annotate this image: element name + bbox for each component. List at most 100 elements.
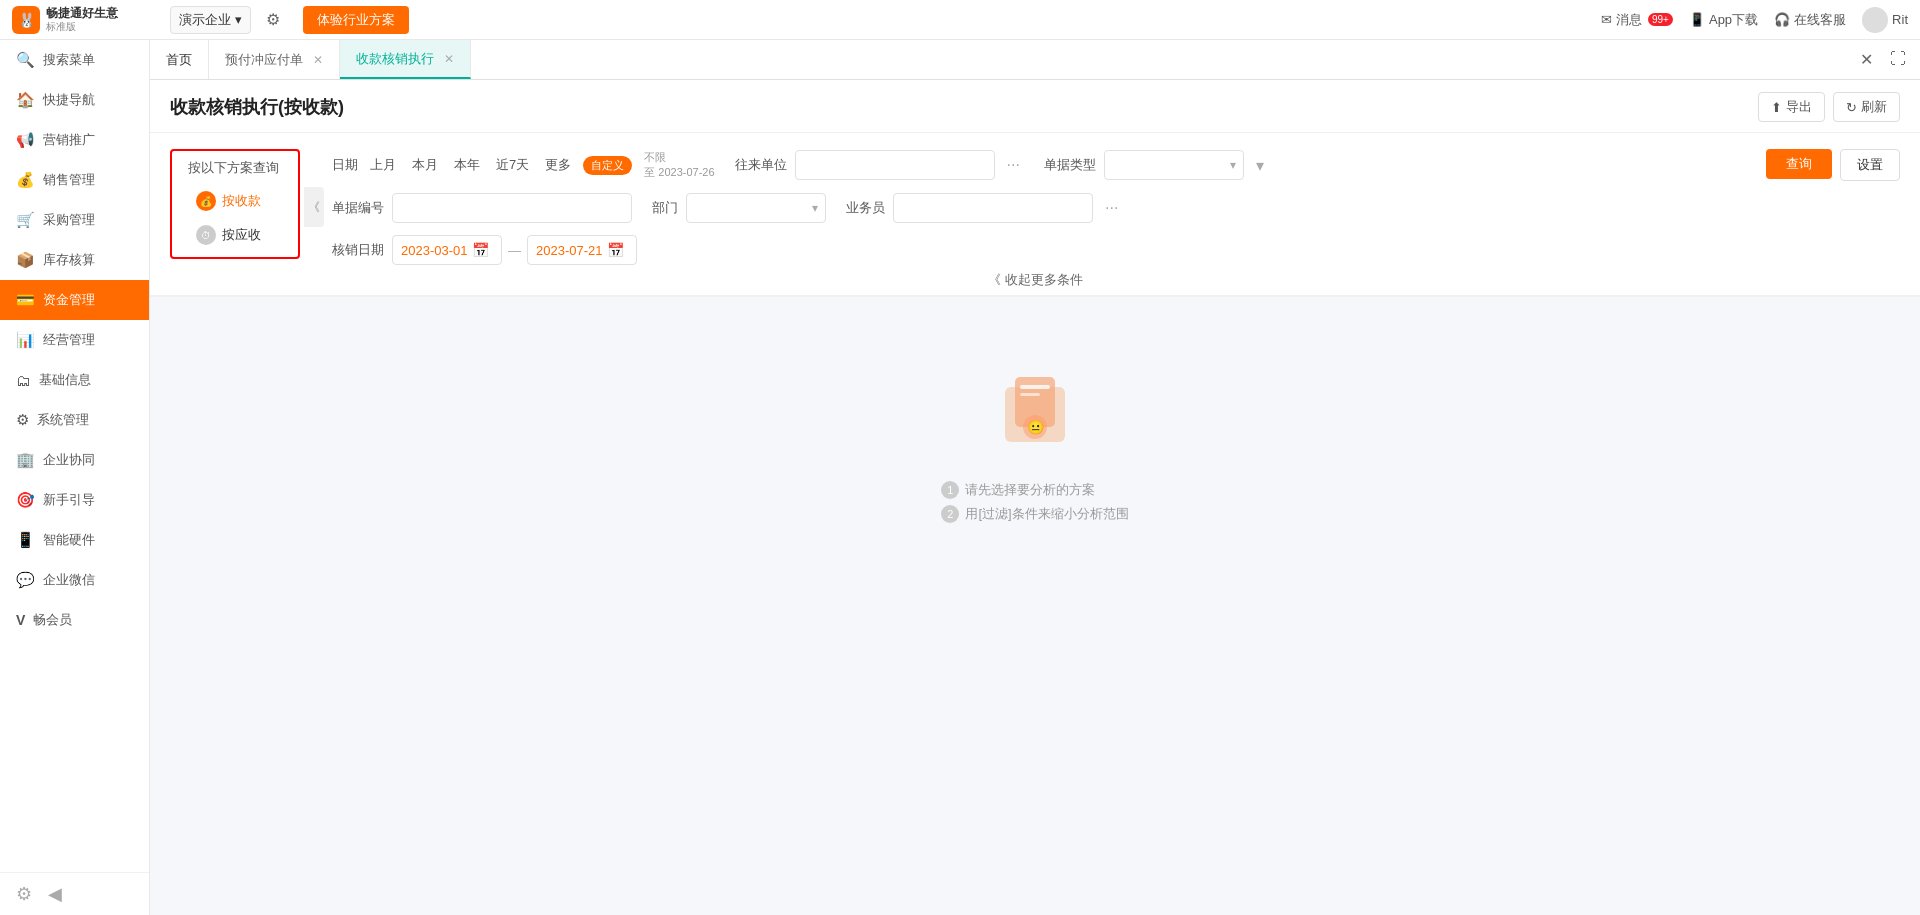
tab-receipt-offset[interactable]: 收款核销执行 ✕ [340, 40, 471, 79]
offset-date-start: 2023-03-01 [401, 243, 468, 258]
inventory-icon: 📦 [16, 251, 35, 269]
filter-receivable-label: 按应收 [222, 226, 261, 244]
partner-input[interactable] [795, 150, 995, 180]
cal-end-icon[interactable]: 📅 [607, 242, 624, 258]
page-title: 收款核销执行(按收款) [170, 95, 344, 119]
tab-receipt-close[interactable]: ✕ [444, 52, 454, 66]
app-icon: 📱 [1689, 12, 1705, 27]
collapse-filter-btn[interactable]: 《 [304, 187, 324, 227]
bill-type-more-btn[interactable]: ▾ [1252, 156, 1268, 175]
sidebar-item-basic-info[interactable]: 🗂 基础信息 [0, 360, 149, 400]
sidebar: 🔍 搜索菜单 🏠 快捷导航 📢 营销推广 💰 销售管理 🛒 采购管理 📦 库存核… [0, 40, 150, 915]
custom-date-badge[interactable]: 自定义 [583, 156, 632, 175]
user-tool[interactable]: Rit [1862, 7, 1908, 33]
date-tab-this-month[interactable]: 本月 [408, 154, 442, 176]
collapse-more-btn[interactable]: 《 收起更多条件 [988, 271, 1083, 289]
tab-prepay-close[interactable]: ✕ [313, 53, 323, 67]
user-avatar [1862, 7, 1888, 33]
online-service-label: 在线客服 [1794, 11, 1846, 29]
date-tab-this-year[interactable]: 本年 [450, 154, 484, 176]
basic-info-icon: 🗂 [16, 372, 31, 389]
staff-picker-btn[interactable]: ··· [1101, 199, 1122, 217]
date-tab-7days[interactable]: 近7天 [492, 154, 533, 176]
filter-by-receipt[interactable]: 💰 按收款 [188, 187, 282, 215]
query-button[interactable]: 查询 [1766, 149, 1832, 179]
dept-label: 部门 [652, 199, 678, 217]
logo-icon: 🐰 [12, 6, 40, 34]
sidebar-item-search-menu[interactable]: 🔍 搜索菜单 [0, 40, 149, 80]
sidebar-item-label: 采购管理 [43, 211, 95, 229]
tab-prepay[interactable]: 预付冲应付单 ✕ [209, 40, 340, 79]
guide-icon: 🎯 [16, 491, 35, 509]
tab-close-btn[interactable]: ✕ [1852, 45, 1880, 73]
app-download-tool[interactable]: 📱 App下载 [1689, 11, 1758, 29]
bill-type-select[interactable] [1104, 150, 1244, 180]
hint-item-2: 2 用[过滤]条件来缩小分析范围 [941, 505, 1128, 523]
online-service-tool[interactable]: 🎧 在线客服 [1774, 11, 1846, 29]
date-tab-last-month[interactable]: 上月 [366, 154, 400, 176]
sidebar-item-vip[interactable]: V 畅会员 [0, 600, 149, 640]
sidebar-item-purchase[interactable]: 🛒 采购管理 [0, 200, 149, 240]
empty-hints: 1 请先选择要分析的方案 2 用[过滤]条件来缩小分析范围 [941, 481, 1128, 523]
sidebar-item-corp-collab[interactable]: 🏢 企业协同 [0, 440, 149, 480]
hint-item-1: 1 请先选择要分析的方案 [941, 481, 1128, 499]
message-icon: ✉ [1601, 12, 1612, 27]
offset-date-end-wrap[interactable]: 2023-07-21 📅 [527, 235, 637, 265]
sidebar-item-sales[interactable]: 💰 销售管理 [0, 160, 149, 200]
filter-area: 按以下方案查询 💰 按收款 ⏱ 按应收 《 [150, 133, 1920, 297]
company-selector[interactable]: 演示企业 ▾ [170, 6, 251, 34]
settings-icon[interactable]: ⚙ [259, 6, 287, 34]
collapse-more-label: 收起更多条件 [1005, 271, 1083, 289]
sidebar-item-corp-wechat[interactable]: 💬 企业微信 [0, 560, 149, 600]
sidebar-item-label: 畅会员 [33, 611, 72, 629]
svg-rect-3 [1020, 393, 1040, 396]
tab-home-label: 首页 [166, 51, 192, 69]
sidebar-item-quick-nav[interactable]: 🏠 快捷导航 [0, 80, 149, 120]
offset-date-start-wrap[interactable]: 2023-03-01 📅 [392, 235, 502, 265]
export-btn[interactable]: ⬆ 导出 [1758, 92, 1825, 122]
hint-text-2: 用[过滤]条件来缩小分析范围 [965, 505, 1128, 523]
dept-select[interactable] [686, 193, 826, 223]
sidebar-item-funds[interactable]: 💳 资金管理 [0, 280, 149, 320]
vip-icon: V [16, 612, 25, 628]
filter-staff-field: 业务员 ··· [846, 193, 1122, 223]
app-download-label: App下载 [1709, 11, 1758, 29]
sidebar-item-operation[interactable]: 📊 经营管理 [0, 320, 149, 360]
tab-expand-btn[interactable]: ⛶ [1884, 45, 1912, 73]
sidebar-collapse-icon[interactable]: ◀ [48, 883, 62, 905]
cal-start-icon[interactable]: 📅 [472, 242, 489, 258]
sidebar-item-label: 新手引导 [43, 491, 95, 509]
sidebar-item-guide[interactable]: 🎯 新手引导 [0, 480, 149, 520]
filter-offset-date-field: 核销日期 2023-03-01 📅 — 2023-07-21 [332, 235, 637, 265]
date-tab-more[interactable]: 更多 [541, 154, 575, 176]
filter-by-receivable[interactable]: ⏱ 按应收 [188, 221, 282, 249]
filter-partner-field: 往来单位 ··· [735, 150, 1024, 180]
staff-input[interactable] [893, 193, 1093, 223]
user-name: Rit [1892, 12, 1908, 27]
tab-home[interactable]: 首页 [150, 40, 209, 79]
query-btns: 查询 设置 [1766, 149, 1900, 181]
refresh-icon: ↻ [1846, 100, 1857, 115]
company-name: 演示企业 [179, 11, 231, 29]
sidebar-item-label: 企业微信 [43, 571, 95, 589]
filter-row-2: 单据编号 部门 业务员 [332, 193, 1900, 223]
industry-btn[interactable]: 体验行业方案 [303, 6, 409, 34]
empty-state: 😐 1 请先选择要分析的方案 2 用[过滤]条件来缩小分析范围 [150, 297, 1920, 583]
sidebar-item-marketing[interactable]: 📢 营销推广 [0, 120, 149, 160]
date-tabs: 上月 本月 本年 近7天 更多 自定义 [366, 154, 632, 176]
sidebar-item-inventory[interactable]: 📦 库存核算 [0, 240, 149, 280]
refresh-btn[interactable]: ↻ 刷新 [1833, 92, 1900, 122]
message-tool[interactable]: ✉ 消息 99+ [1601, 11, 1673, 29]
sidebar-item-system[interactable]: ⚙ 系统管理 [0, 400, 149, 440]
offset-date-label: 核销日期 [332, 241, 384, 259]
message-label: 消息 [1616, 11, 1642, 29]
quick-nav-icon: 🏠 [16, 91, 35, 109]
bill-no-input[interactable] [392, 193, 632, 223]
svg-text:😐: 😐 [1027, 419, 1045, 436]
partner-picker-btn[interactable]: ··· [1003, 156, 1024, 174]
no-limit-text: 不限 [644, 150, 714, 165]
sidebar-item-smart-hw[interactable]: 📱 智能硬件 [0, 520, 149, 560]
settings-button[interactable]: 设置 [1840, 149, 1900, 181]
sidebar-settings-icon[interactable]: ⚙ [16, 883, 32, 905]
page-content: 收款核销执行(按收款) ⬆ 导出 ↻ 刷新 [150, 80, 1920, 915]
